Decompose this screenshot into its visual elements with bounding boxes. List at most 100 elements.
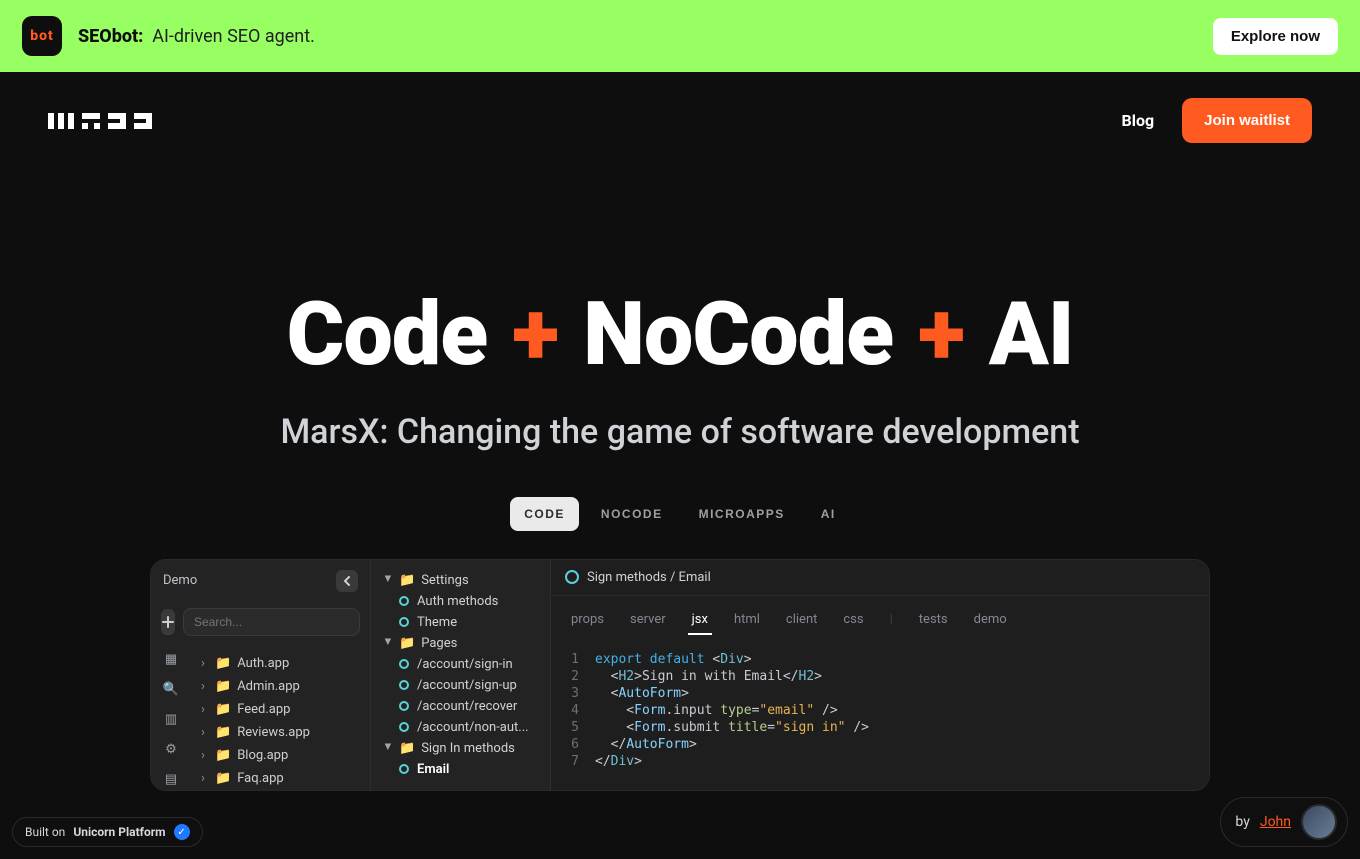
nav-blog-link[interactable]: Blog <box>1122 111 1155 130</box>
gear-icon[interactable]: ⚙ <box>161 740 181 760</box>
code-line: 1export default <Div> <box>551 651 1209 668</box>
chevron-right-icon: › <box>197 656 209 671</box>
file-row[interactable]: ›📁Reviews.app <box>191 721 352 744</box>
code-line: 4 <Form.input type="email" /> <box>551 702 1209 719</box>
tree-item[interactable]: Auth methods <box>393 591 542 612</box>
breadcrumb-text: Sign methods / Email <box>587 570 711 585</box>
hero-title: Code + NoCode + AI <box>170 289 1190 381</box>
line-number: 1 <box>551 652 579 667</box>
editor-tab-tests[interactable]: tests <box>915 606 952 635</box>
tree-item[interactable]: Email <box>393 759 542 780</box>
chart-icon[interactable]: ▥ <box>161 710 181 730</box>
chevron-right-icon: › <box>197 748 209 763</box>
tree-item[interactable]: /account/recover <box>393 696 542 717</box>
code-line: 2 <H2>Sign in with Email</H2> <box>551 668 1209 685</box>
file-name: Admin.app <box>237 679 300 694</box>
built-prefix: Built on <box>25 825 65 839</box>
editor-tab-demo[interactable]: demo <box>970 606 1011 635</box>
file-name: Faq.app <box>237 771 284 786</box>
folder-icon: 📁 <box>215 702 231 717</box>
tree-item[interactable]: /account/sign-up <box>393 675 542 696</box>
code-content: </AutoForm> <box>595 737 697 752</box>
file-name: Blog.app <box>237 748 288 763</box>
tab-ai[interactable]: AI <box>807 497 850 531</box>
join-waitlist-button[interactable]: Join waitlist <box>1182 98 1312 143</box>
verified-icon: ✓ <box>174 824 190 840</box>
folder-icon: 📁 <box>215 725 231 740</box>
file-row[interactable]: › 📁 Faq.app <box>191 767 352 790</box>
file-name: Feed.app <box>237 702 290 717</box>
grid-icon[interactable]: ▦ <box>161 650 181 670</box>
author-badge[interactable]: by John <box>1220 797 1348 847</box>
tree-label: Sign In methods <box>421 741 515 756</box>
ide-left-panel: Demo ▦ 🔍 ▥ ⚙ ▤ ›📁Auth.app›� <box>151 560 371 791</box>
line-number: 3 <box>551 686 579 701</box>
ide-tree-panel: ▸ 📁 Settings Auth methods Theme ▸ 📁 Pages… <box>371 560 551 791</box>
editor-tabs: propsserverjsxhtmlclientcss|testsdemo <box>551 596 1209 645</box>
editor-tab-html[interactable]: html <box>730 606 764 635</box>
node-dot-icon <box>399 680 409 690</box>
tab-code[interactable]: CODE <box>510 497 579 531</box>
tree-sign[interactable]: ▸ 📁 Sign In methods <box>379 738 542 759</box>
logo[interactable] <box>48 107 168 135</box>
file-row[interactable]: ›📁Admin.app <box>191 675 352 698</box>
author-link[interactable]: John <box>1260 814 1291 830</box>
tree-item-label: Theme <box>417 615 457 630</box>
hero-word-ai: AI <box>989 283 1074 386</box>
code-editor[interactable]: 1export default <Div>2 <H2>Sign in with … <box>551 645 1209 782</box>
chevron-right-icon: › <box>197 771 209 786</box>
collapse-icon[interactable] <box>336 570 358 592</box>
tree-item[interactable]: Theme <box>393 612 542 633</box>
tree-item[interactable]: /account/sign-in <box>393 654 542 675</box>
avatar <box>1301 804 1337 840</box>
node-dot-icon <box>399 764 409 774</box>
tree-pages[interactable]: ▸ 📁 Pages <box>379 633 542 654</box>
code-content: <H2>Sign in with Email</H2> <box>595 669 822 684</box>
code-line: 3 <AutoForm> <box>551 685 1209 702</box>
search-input[interactable] <box>183 608 360 636</box>
file-list: ›📁Auth.app›📁Admin.app›📁Feed.app›📁Reviews… <box>191 650 360 791</box>
tab-microapps[interactable]: MICROAPPS <box>685 497 799 531</box>
chevron-right-icon: › <box>197 702 209 717</box>
code-line: 5 <Form.submit title="sign in" /> <box>551 719 1209 736</box>
file-row[interactable]: ›📁ContactUs.app <box>191 790 352 791</box>
built-name: Unicorn Platform <box>73 825 165 839</box>
ide-preview: Demo ▦ 🔍 ▥ ⚙ ▤ ›📁Auth.app›� <box>150 559 1210 791</box>
tab-nocode[interactable]: NOCODE <box>587 497 677 531</box>
file-row[interactable]: › 📁 Blog.app <box>191 744 352 767</box>
editor-tab-css[interactable]: css <box>839 606 867 635</box>
folder-icon: 📁 <box>215 771 231 786</box>
tree-item-label: /account/non-aut... <box>417 720 529 735</box>
editor-tab-jsx[interactable]: jsx <box>688 606 712 635</box>
tree-item[interactable]: /account/non-aut... <box>393 717 542 738</box>
node-dot-icon <box>399 659 409 669</box>
hero-tabs: CODENOCODEMICROAPPSAI <box>0 497 1360 531</box>
editor-tab-client[interactable]: client <box>782 606 821 635</box>
tree-item-label: /account/sign-in <box>417 657 513 672</box>
tree-item-label: /account/recover <box>417 699 517 714</box>
tree-settings[interactable]: ▸ 📁 Settings <box>379 570 542 591</box>
file-row[interactable]: › 📁 Feed.app <box>191 698 352 721</box>
tree-item-label: Email <box>417 762 449 777</box>
file-name: Auth.app <box>237 656 289 671</box>
db-icon[interactable]: ▤ <box>161 770 181 790</box>
folder-icon: 📁 <box>215 748 231 763</box>
promo-banner: bot SEObot: AI-driven SEO agent. Explore… <box>0 0 1360 72</box>
built-on-badge[interactable]: Built on Unicorn Platform ✓ <box>12 817 203 847</box>
code-content: <Form.submit title="sign in" /> <box>595 720 869 735</box>
explore-button[interactable]: Explore now <box>1213 18 1338 55</box>
add-icon[interactable] <box>161 609 175 635</box>
hero-word-code: Code <box>287 283 488 386</box>
editor-tab-props[interactable]: props <box>567 606 608 635</box>
line-number: 5 <box>551 720 579 735</box>
line-number: 2 <box>551 669 579 684</box>
file-row[interactable]: ›📁Auth.app <box>191 652 352 675</box>
by-prefix: by <box>1235 814 1249 830</box>
seobot-badge: bot <box>22 16 62 56</box>
line-number: 7 <box>551 754 579 769</box>
search-icon[interactable]: 🔍 <box>161 680 181 700</box>
code-line: 6 </AutoForm> <box>551 736 1209 753</box>
line-number: 6 <box>551 737 579 752</box>
editor-tab-server[interactable]: server <box>626 606 670 635</box>
ide-left-title: Demo <box>163 573 197 588</box>
